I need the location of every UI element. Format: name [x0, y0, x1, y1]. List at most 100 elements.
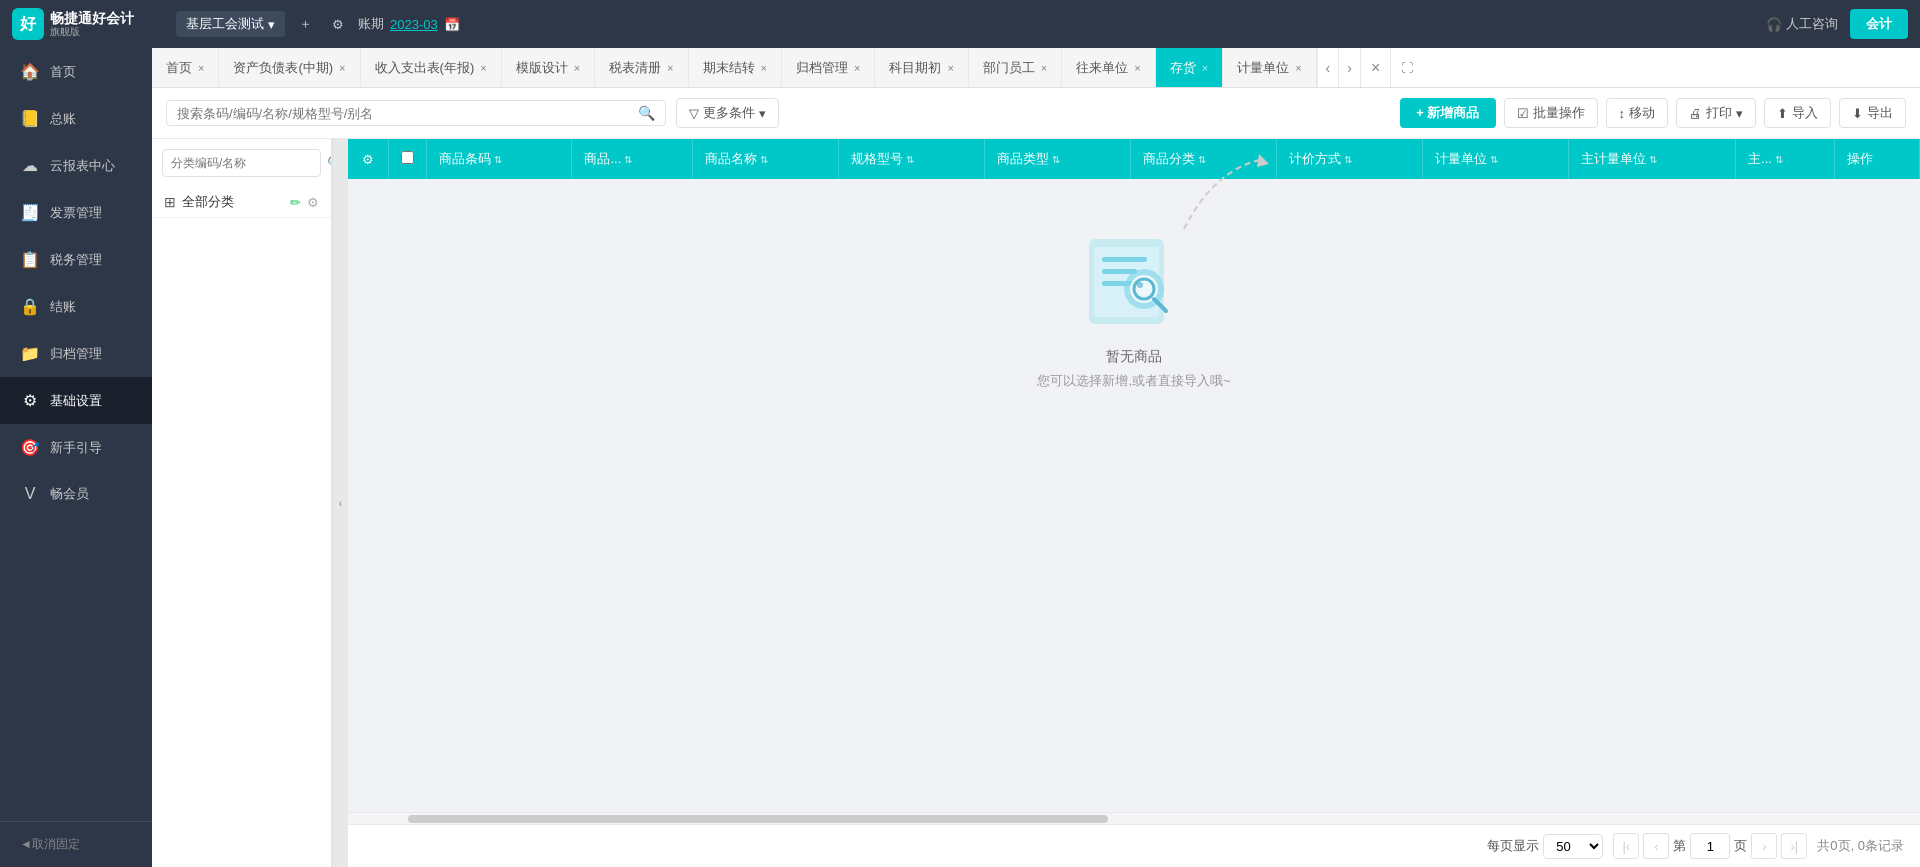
logo-icon: 好 — [12, 8, 44, 40]
tab-period-end[interactable]: 期末结转 × — [689, 48, 782, 88]
tab-close-template[interactable]: × — [574, 62, 580, 74]
header-right: 🎧 人工咨询 会计 — [1766, 9, 1908, 39]
col-barcode[interactable]: 商品条码⇅ — [426, 139, 572, 179]
service-button[interactable]: 🎧 人工咨询 — [1766, 15, 1838, 33]
sidebar-item-closing[interactable]: 🔒 结账 — [0, 283, 152, 330]
tab-tax-table[interactable]: 税表清册 × — [595, 48, 688, 88]
table-settings-icon[interactable]: ⚙ — [362, 152, 374, 167]
company-selector[interactable]: 基层工会测试 ▾ — [176, 11, 285, 37]
tab-income-expense[interactable]: 收入支出表(年报) × — [361, 48, 502, 88]
sidebar-item-home[interactable]: 🏠 首页 — [0, 48, 152, 95]
tab-template[interactable]: 模版设计 × — [502, 48, 595, 88]
tab-partner[interactable]: 往来单位 × — [1062, 48, 1155, 88]
tab-nav-prev[interactable]: ‹ — [1317, 48, 1339, 88]
sidebar-label-invoice: 发票管理 — [50, 204, 102, 222]
scrollbar-thumb[interactable] — [408, 815, 1108, 823]
tab-close-filing[interactable]: × — [854, 62, 860, 74]
settings-icon-button[interactable]: ⚙ — [326, 13, 350, 36]
move-button[interactable]: ↕ 移动 — [1606, 98, 1669, 128]
filter-label: 更多条件 — [703, 104, 755, 122]
sidebar-item-reports[interactable]: ☁ 云报表中心 — [0, 142, 152, 189]
archive-icon: 📁 — [20, 344, 40, 363]
sidebar-item-guide[interactable]: 🎯 新手引导 — [0, 424, 152, 471]
batch-operation-button[interactable]: ☑ 批量操作 — [1504, 98, 1598, 128]
category-search-input[interactable] — [171, 156, 321, 170]
col-main-extra[interactable]: 主...⇅ — [1736, 139, 1835, 179]
select-all-checkbox[interactable] — [401, 151, 414, 164]
edit-category-icon[interactable]: ✏ — [290, 195, 301, 210]
sidebar-item-archive[interactable]: 📁 归档管理 — [0, 330, 152, 377]
add-product-button[interactable]: + 新增商品 — [1400, 98, 1495, 128]
tab-close-home[interactable]: × — [198, 62, 204, 74]
col-spec[interactable]: 规格型号⇅ — [839, 139, 985, 179]
sidebar-item-tax[interactable]: 📋 税务管理 — [0, 236, 152, 283]
import-icon: ⬆ — [1777, 106, 1788, 121]
tab-close-all[interactable]: × — [1360, 48, 1390, 88]
tab-close-inventory[interactable]: × — [1202, 62, 1208, 74]
col-checkbox[interactable] — [388, 139, 426, 179]
sidebar-pin-toggle[interactable]: ◄取消固定 — [0, 821, 152, 867]
collapse-panel-button[interactable]: ‹ — [332, 139, 348, 867]
tab-close-unit[interactable]: × — [1295, 62, 1301, 74]
sidebar-item-member[interactable]: V 畅会员 — [0, 471, 152, 517]
tab-close-period-end[interactable]: × — [761, 62, 767, 74]
page-number-input[interactable] — [1690, 833, 1730, 859]
sort-unit-icon: ⇅ — [1490, 154, 1498, 165]
tab-unit[interactable]: 计量单位 × — [1223, 48, 1316, 88]
col-unit[interactable]: 计量单位⇅ — [1422, 139, 1568, 179]
sidebar-label-guide: 新手引导 — [50, 439, 102, 457]
col-main-unit[interactable]: 主计量单位⇅ — [1568, 139, 1735, 179]
tab-close-income-expense[interactable]: × — [480, 62, 486, 74]
tab-dept-staff[interactable]: 部门员工 × — [969, 48, 1062, 88]
pin-label: ◄取消固定 — [20, 836, 80, 853]
page-size-dropdown[interactable]: 50 100 200 — [1543, 834, 1603, 859]
col-code[interactable]: 商品...⇅ — [572, 139, 693, 179]
prev-page-button[interactable]: ‹ — [1643, 833, 1669, 859]
sidebar: 🏠 首页 📒 总账 ☁ 云报表中心 🧾 发票管理 📋 税务管理 🔒 结账 📁 归… — [0, 48, 152, 867]
search-icon[interactable]: 🔍 — [638, 105, 655, 121]
tab-nav-next[interactable]: › — [1338, 48, 1360, 88]
all-categories[interactable]: ⊞ 全部分类 ✏ ⚙ — [152, 187, 331, 218]
tab-close-balance-sheet[interactable]: × — [339, 62, 345, 74]
import-button[interactable]: ⬆ 导入 — [1764, 98, 1831, 128]
tab-balance-sheet[interactable]: 资产负债表(中期) × — [219, 48, 360, 88]
account-button[interactable]: 会计 — [1850, 9, 1908, 39]
tab-subject-initial[interactable]: 科目期初 × — [875, 48, 968, 88]
empty-state: 暂无商品 您可以选择新增,或者直接导入哦~ — [348, 179, 1920, 430]
sidebar-label-home: 首页 — [50, 63, 76, 81]
guide-icon: 🎯 — [20, 438, 40, 457]
tab-close-dept-staff[interactable]: × — [1041, 62, 1047, 74]
tab-label-partner: 往来单位 — [1076, 59, 1128, 77]
horizontal-scrollbar[interactable] — [348, 812, 1920, 824]
sidebar-label-tax: 税务管理 — [50, 251, 102, 269]
batch-icon: ☑ — [1517, 106, 1529, 121]
tab-close-tax-table[interactable]: × — [667, 62, 673, 74]
tab-inventory[interactable]: 存货 × — [1156, 48, 1223, 88]
tab-label-inventory: 存货 — [1170, 59, 1196, 77]
col-price-method[interactable]: 计价方式⇅ — [1276, 139, 1422, 179]
export-icon: ⬇ — [1852, 106, 1863, 121]
col-name[interactable]: 商品名称⇅ — [693, 139, 839, 179]
add-tab-button[interactable]: ＋ — [293, 11, 318, 37]
period-value[interactable]: 2023-03 — [390, 17, 438, 32]
tab-expand[interactable]: ⛶ — [1390, 48, 1423, 88]
toolbar-right: + 新增商品 ☑ 批量操作 ↕ 移动 🖨 打印 ▾ — [1400, 98, 1906, 128]
export-button[interactable]: ⬇ 导出 — [1839, 98, 1906, 128]
sidebar-item-ledger[interactable]: 📒 总账 — [0, 95, 152, 142]
next-page-button[interactable]: › — [1751, 833, 1777, 859]
first-page-button[interactable]: |‹ — [1613, 833, 1639, 859]
tab-close-partner[interactable]: × — [1134, 62, 1140, 74]
sidebar-item-settings[interactable]: ⚙ 基础设置 — [0, 377, 152, 424]
print-button[interactable]: 🖨 打印 ▾ — [1676, 98, 1756, 128]
tab-close-subject-initial[interactable]: × — [947, 62, 953, 74]
tab-home[interactable]: 首页 × — [152, 48, 219, 88]
sidebar-item-invoice[interactable]: 🧾 发票管理 — [0, 189, 152, 236]
col-type[interactable]: 商品类型⇅ — [985, 139, 1131, 179]
tab-filing[interactable]: 归档管理 × — [782, 48, 875, 88]
svg-point-10 — [1137, 282, 1143, 288]
col-settings[interactable]: ⚙ — [348, 139, 388, 179]
search-input[interactable] — [177, 106, 632, 121]
config-category-icon[interactable]: ⚙ — [307, 195, 319, 210]
last-page-button[interactable]: ›| — [1781, 833, 1807, 859]
filter-button[interactable]: ▽ 更多条件 ▾ — [676, 98, 779, 128]
